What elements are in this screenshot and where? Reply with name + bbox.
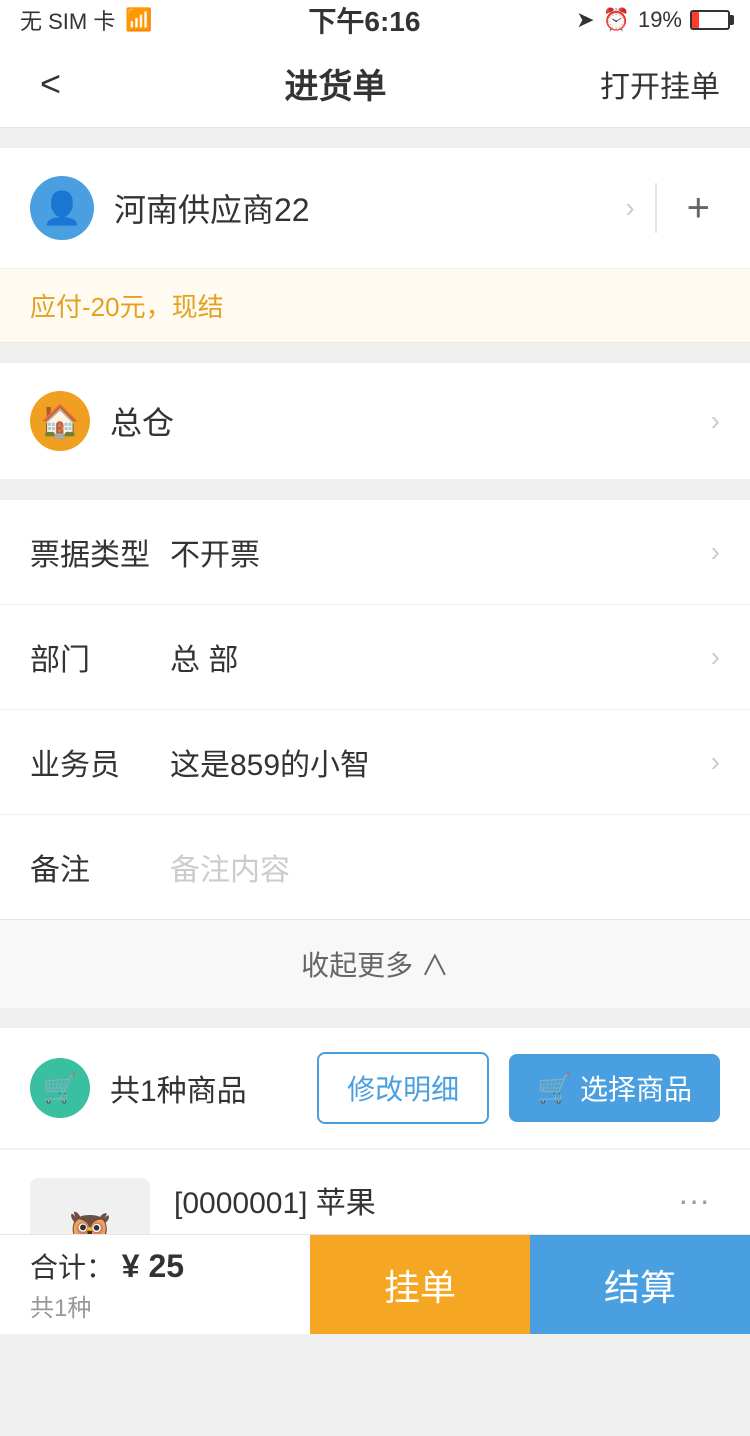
supplier-name: 河南供应商22 — [114, 185, 615, 231]
avatar-icon: 👤 — [42, 189, 82, 227]
gap-2 — [0, 343, 750, 363]
form-section: 票据类型 不开票 › 部门 总 部 › 业务员 这是859的小智 › 备注 备注… — [0, 499, 750, 1008]
remark-label: 备注 — [30, 845, 170, 889]
battery-icon — [690, 10, 730, 30]
status-left: 无 SIM 卡 📶 — [20, 4, 153, 36]
invoice-type-row[interactable]: 票据类型 不开票 › — [0, 499, 750, 604]
remark-placeholder[interactable]: 备注内容 — [170, 845, 720, 889]
gap-3 — [0, 479, 750, 499]
checkout-button[interactable]: 结算 — [530, 1235, 750, 1334]
gap-4 — [0, 1008, 750, 1028]
battery-percent: 19% — [638, 7, 682, 33]
product-count-text: 共1种商品 — [110, 1066, 297, 1110]
edit-detail-button[interactable]: 修改明细 — [317, 1052, 489, 1124]
add-supplier-button[interactable]: + — [677, 186, 720, 231]
location-icon: ➤ — [576, 7, 594, 33]
department-label: 部门 — [30, 635, 170, 679]
department-chevron: › — [711, 641, 720, 673]
carrier-text: 无 SIM 卡 — [20, 4, 115, 36]
salesperson-value: 这是859的小智 — [170, 740, 701, 784]
product-more-button[interactable]: ··· — [668, 1178, 720, 1223]
warehouse-row[interactable]: 🏠 总仓 › — [0, 363, 750, 479]
remark-row[interactable]: 备注 备注内容 — [0, 814, 750, 919]
select-product-button[interactable]: 🛒 选择商品 — [509, 1054, 720, 1122]
salesperson-chevron: › — [711, 746, 720, 778]
page-title: 进货单 — [285, 59, 387, 108]
invoice-type-chevron: › — [711, 536, 720, 568]
supplier-avatar: 👤 — [30, 176, 94, 240]
select-icon: 🛒 — [537, 1072, 572, 1105]
warehouse-name: 总仓 — [110, 398, 701, 444]
supplier-section: 👤 河南供应商22 › + 应付-20元，现结 — [0, 148, 750, 343]
gap-1 — [0, 128, 750, 148]
department-value: 总 部 — [170, 635, 701, 679]
total-section: 合计： ¥ 25 共1种 — [0, 1235, 310, 1334]
alarm-icon: ⏰ — [603, 7, 630, 33]
nav-bar: < 进货单 打开挂单 — [0, 40, 750, 128]
salesperson-row[interactable]: 业务员 这是859的小智 › — [0, 709, 750, 814]
bottom-bar: 合计： ¥ 25 共1种 挂单 结算 — [0, 1234, 750, 1334]
total-amount: ¥ 25 — [122, 1248, 184, 1284]
open-hang-button[interactable]: 打开挂单 — [600, 62, 720, 106]
time-display: 下午6:16 — [308, 0, 420, 40]
supplier-row[interactable]: 👤 河南供应商22 › + — [0, 148, 750, 269]
warehouse-icon: 🏠 — [30, 391, 90, 451]
collapse-toggle[interactable]: 收起更多 ∧ — [0, 919, 750, 1008]
total-count: 共1种 — [30, 1288, 280, 1323]
supplier-chevron: › — [625, 192, 634, 224]
product-header: 🛒 共1种商品 修改明细 🛒 选择商品 — [0, 1028, 750, 1148]
back-button[interactable]: < — [30, 53, 71, 115]
wifi-icon: 📶 — [125, 7, 152, 33]
salesperson-label: 业务员 — [30, 740, 170, 784]
total-label: 合计： — [30, 1252, 114, 1283]
status-bar: 无 SIM 卡 📶 下午6:16 ➤ ⏰ 19% — [0, 0, 750, 40]
hang-button[interactable]: 挂单 — [310, 1235, 530, 1334]
warehouse-section: 🏠 总仓 › — [0, 363, 750, 479]
cart-icon: 🛒 — [43, 1072, 78, 1105]
invoice-type-label: 票据类型 — [30, 530, 170, 574]
notice-bar: 应付-20元，现结 — [0, 269, 750, 343]
bottom-spacer — [0, 1326, 750, 1436]
invoice-type-value: 不开票 — [170, 530, 701, 574]
supplier-divider — [655, 183, 657, 233]
total-label-row: 合计： ¥ 25 — [30, 1246, 280, 1286]
department-row[interactable]: 部门 总 部 › — [0, 604, 750, 709]
product-name: [0000001] 苹果 — [174, 1178, 644, 1222]
warehouse-chevron: › — [711, 405, 720, 437]
status-right: ➤ ⏰ 19% — [576, 7, 730, 33]
product-section-icon: 🛒 — [30, 1058, 90, 1118]
